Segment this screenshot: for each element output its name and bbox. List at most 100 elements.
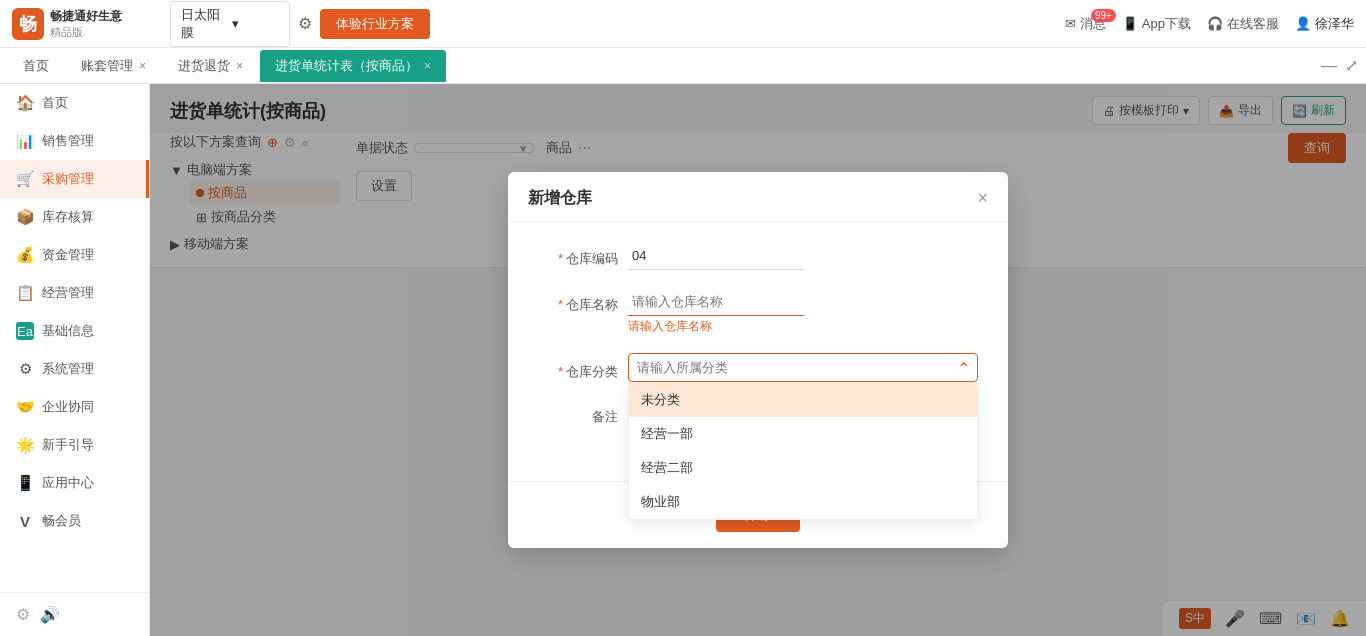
form-row-code: 仓库编码 (538, 242, 978, 270)
category-label: 仓库分类 (538, 355, 628, 381)
dropdown-option-property[interactable]: 物业部 (629, 485, 977, 519)
content-area: 进货单统计(按商品) 🖨 按模板打印 ▾ 📤 导出 🔄 刷新 (150, 84, 1366, 636)
online-service-btn[interactable]: 🎧 在线客服 (1207, 15, 1279, 33)
sidebar-item-inventory[interactable]: 📦 库存核算 (0, 198, 149, 236)
sidebar-item-finance-label: 资金管理 (42, 246, 94, 264)
tab-accounts-close[interactable]: × (139, 59, 146, 73)
tab-statistics[interactable]: 进货单统计表（按商品） × (260, 50, 446, 82)
note-label: 备注 (538, 400, 628, 426)
tab-returns[interactable]: 进货退货 × (163, 50, 258, 82)
name-error-msg: 请输入仓库名称 (628, 318, 978, 335)
message-btn[interactable]: ✉ 消息 99+ (1065, 15, 1106, 33)
logo-line2: 精品版 (50, 25, 122, 40)
new-warehouse-modal: 新增仓库 × 仓库编码 仓库名称 (508, 172, 1008, 548)
tab-accounts[interactable]: 账套管理 × (66, 50, 161, 82)
membership-icon: V (16, 512, 34, 530)
sidebar-item-system[interactable]: ⚙ 系统管理 (0, 350, 149, 388)
message-icon: ✉ (1065, 16, 1076, 31)
sidebar-item-purchase-label: 采购管理 (42, 170, 94, 188)
logo-icon: 畅 (12, 8, 44, 40)
sales-icon: 📊 (16, 132, 34, 150)
sidebar-item-basic-info-label: 基础信息 (42, 322, 94, 340)
sidebar-item-enterprise[interactable]: 🤝 企业协同 (0, 388, 149, 426)
main-layout: 🏠 首页 📊 销售管理 🛒 采购管理 📦 库存核算 💰 资金管理 📋 经营管理 … (0, 84, 1366, 636)
sidebar-item-sales[interactable]: 📊 销售管理 (0, 122, 149, 160)
tab-statistics-close[interactable]: × (424, 59, 431, 73)
sidebar-item-appstore[interactable]: 📱 应用中心 (0, 464, 149, 502)
app-download-btn[interactable]: 📱 App下载 (1122, 15, 1191, 33)
tab-home-label: 首页 (23, 57, 49, 75)
tab-returns-label: 进货退货 (178, 57, 230, 75)
sidebar-item-home[interactable]: 🏠 首页 (0, 84, 149, 122)
maximize-icon[interactable]: ⤢ (1345, 56, 1358, 75)
sidebar-item-finance[interactable]: 💰 资金管理 (0, 236, 149, 274)
logo-line1: 畅捷通好生意 (50, 8, 122, 25)
sidebar-item-enterprise-label: 企业协同 (42, 398, 94, 416)
tab-home[interactable]: 首页 (8, 50, 64, 82)
purchase-icon: 🛒 (16, 170, 34, 188)
category-dropdown-wrap: ⌃ 未分类 经营一部 经营二部 物业部 (628, 353, 978, 382)
sidebar-item-system-label: 系统管理 (42, 360, 94, 378)
message-badge: 99+ (1091, 9, 1116, 22)
tab-accounts-label: 账套管理 (81, 57, 133, 75)
basic-info-icon: Ea (16, 322, 34, 340)
gear-icon[interactable]: ⚙ (298, 14, 312, 33)
sidebar-item-basic-info[interactable]: Ea 基础信息 (0, 312, 149, 350)
operations-icon: 📋 (16, 284, 34, 302)
sidebar-item-home-label: 首页 (42, 94, 68, 112)
category-input[interactable] (628, 353, 978, 382)
topbar-mid: ⚙ 体验行业方案 (298, 9, 1057, 39)
system-icon: ⚙ (16, 360, 34, 378)
sidebar-item-inventory-label: 库存核算 (42, 208, 94, 226)
form-row-name: 仓库名称 请输入仓库名称 (538, 288, 978, 335)
topbar: 畅 畅捷通好生意 精品版 日太阳膜 ▾ ⚙ 体验行业方案 ✉ 消息 99+ 📱 … (0, 0, 1366, 48)
dropdown-option-dept2[interactable]: 经营二部 (629, 451, 977, 485)
volume-icon[interactable]: 🔊 (40, 605, 60, 624)
code-input[interactable] (628, 242, 804, 270)
tabbar-actions: — ⤢ (1321, 56, 1358, 75)
tab-returns-close[interactable]: × (236, 59, 243, 73)
sidebar-bottom: ⚙ 🔊 (0, 592, 149, 636)
tab-statistics-label: 进货单统计表（按商品） (275, 57, 418, 75)
modal-title: 新增仓库 (528, 188, 592, 209)
appstore-icon: 📱 (16, 474, 34, 492)
modal-header: 新增仓库 × (508, 172, 1008, 222)
app-download-label: App下载 (1142, 15, 1191, 33)
guide-icon: 🌟 (16, 436, 34, 454)
sidebar-item-membership[interactable]: V 畅会员 (0, 502, 149, 540)
sidebar: 🏠 首页 📊 销售管理 🛒 采购管理 📦 库存核算 💰 资金管理 📋 经营管理 … (0, 84, 150, 636)
modal-close-button[interactable]: × (977, 188, 988, 209)
modal-body: 仓库编码 仓库名称 请输入仓库名称 (508, 222, 1008, 481)
sidebar-item-guide-label: 新手引导 (42, 436, 94, 454)
dropdown-option-uncategorized[interactable]: 未分类 (629, 383, 977, 417)
user-name: 徐泽华 (1315, 15, 1354, 33)
online-service-label: 在线客服 (1227, 15, 1279, 33)
code-input-wrap (628, 242, 978, 270)
topbar-right: ✉ 消息 99+ 📱 App下载 🎧 在线客服 👤 徐泽华 (1065, 15, 1354, 33)
modal-overlay: 新增仓库 × 仓库编码 仓库名称 (150, 84, 1366, 636)
enterprise-icon: 🤝 (16, 398, 34, 416)
chevron-down-icon: ▾ (232, 16, 279, 31)
settings-bottom-icon[interactable]: ⚙ (16, 605, 30, 624)
sidebar-item-operations[interactable]: 📋 经营管理 (0, 274, 149, 312)
phone-icon: 📱 (1122, 16, 1138, 31)
store-selector[interactable]: 日太阳膜 ▾ (170, 1, 290, 47)
minimize-icon[interactable]: — (1321, 57, 1337, 75)
dropdown-option-dept1[interactable]: 经营一部 (629, 417, 977, 451)
home-icon: 🏠 (16, 94, 34, 112)
category-dropdown-menu: 未分类 经营一部 经营二部 物业部 (628, 382, 978, 520)
sidebar-item-purchase[interactable]: 🛒 采购管理 (0, 160, 149, 198)
user-menu[interactable]: 👤 徐泽华 (1295, 15, 1354, 33)
trial-button[interactable]: 体验行业方案 (320, 9, 430, 39)
dropdown-arrow-icon[interactable]: ⌃ (957, 358, 970, 377)
sidebar-item-sales-label: 销售管理 (42, 132, 94, 150)
inventory-icon: 📦 (16, 208, 34, 226)
sidebar-item-membership-label: 畅会员 (42, 512, 81, 530)
name-label: 仓库名称 (538, 288, 628, 314)
name-input-wrap: 请输入仓库名称 (628, 288, 978, 335)
sidebar-item-operations-label: 经营管理 (42, 284, 94, 302)
name-input[interactable] (628, 288, 804, 316)
sidebar-item-guide[interactable]: 🌟 新手引导 (0, 426, 149, 464)
code-label: 仓库编码 (538, 242, 628, 268)
sidebar-item-appstore-label: 应用中心 (42, 474, 94, 492)
